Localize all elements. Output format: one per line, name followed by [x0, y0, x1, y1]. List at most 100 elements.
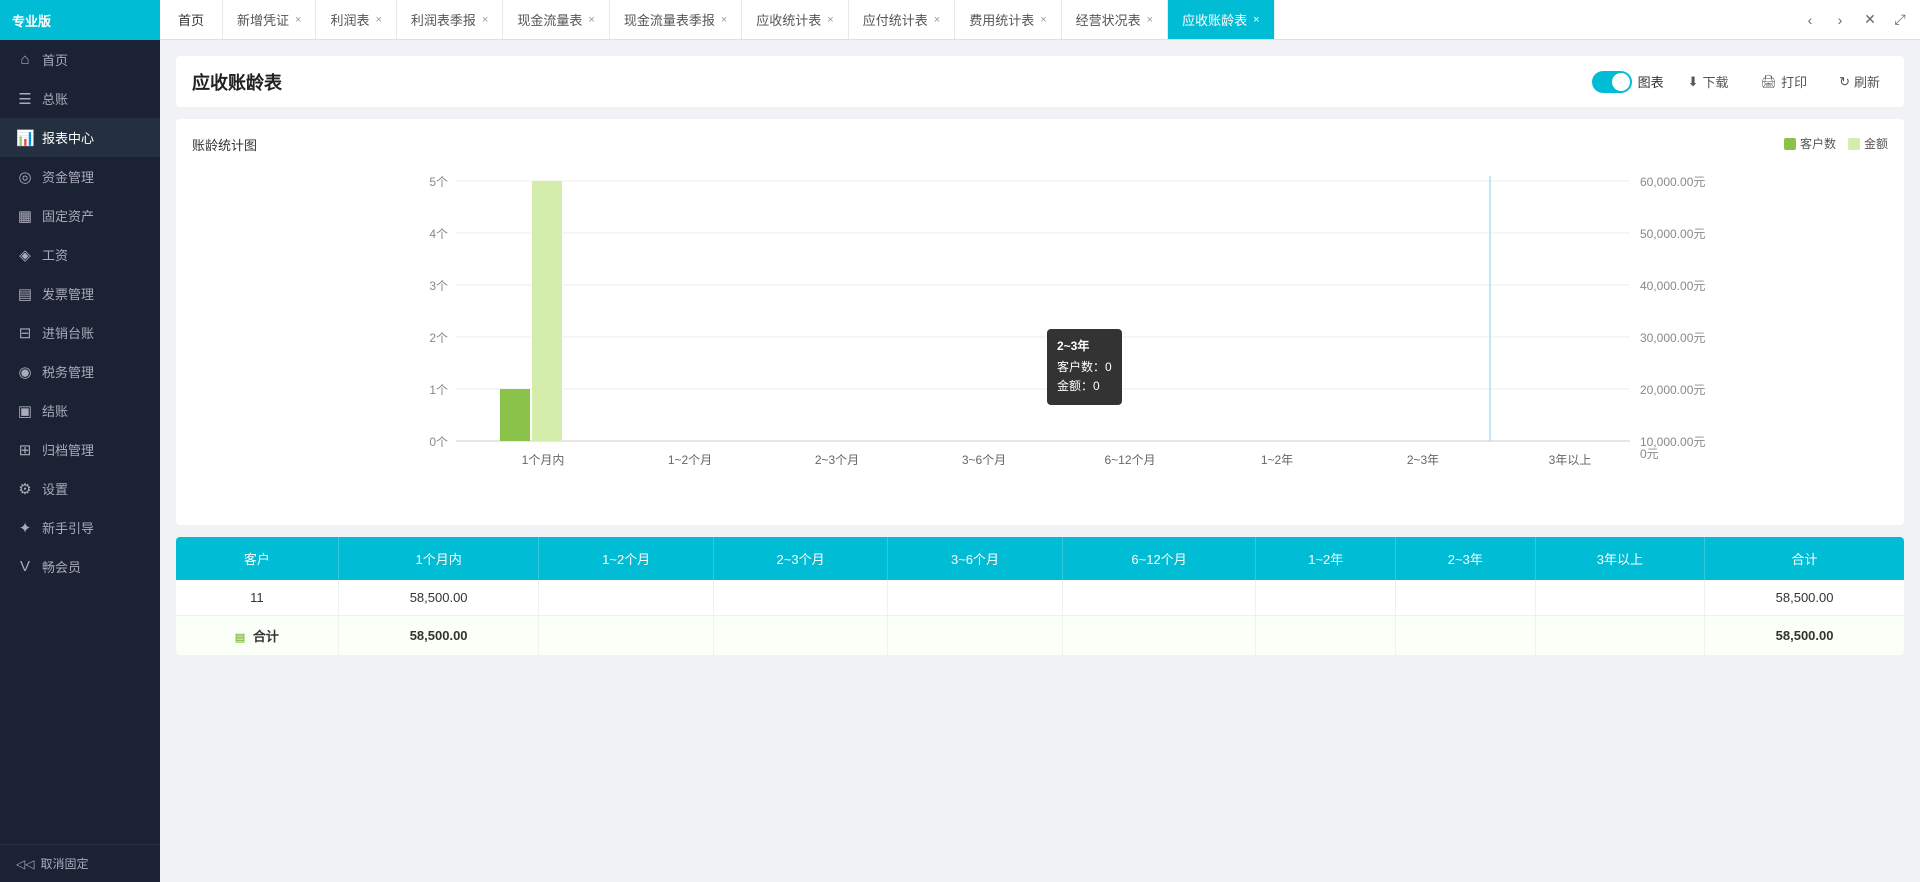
sidebar-item-salary[interactable]: ◈ 工资	[0, 235, 160, 274]
chart-svg-wrap: 5个 4个 3个 2个 1个 0个 60,000.00元 50,000.00元 …	[192, 166, 1888, 509]
col-y3: 3年以上	[1535, 537, 1705, 580]
sidebar-item-sales[interactable]: ⊟ 进销台账	[0, 313, 160, 352]
sales-icon: ⊟	[16, 324, 34, 342]
chart-title: 账龄统计图	[192, 135, 1888, 154]
cell-y2	[1396, 580, 1536, 616]
tooltip-amount: 金额：0	[1057, 377, 1112, 396]
total-label: ▤ 合计	[176, 616, 338, 656]
tab-biz-stat-close[interactable]: ×	[1147, 14, 1153, 26]
tax-icon: ◉	[16, 363, 34, 381]
total-y1	[1256, 616, 1396, 656]
tab-cashflow-quarter-close[interactable]: ×	[721, 14, 727, 26]
unpin-icon: ◁◁	[16, 857, 34, 871]
chart-container: 账龄统计图 客户数 金额 5个 4个 3个 2个	[176, 119, 1904, 525]
col-y1: 1~2年	[1256, 537, 1396, 580]
bar-amount-0	[532, 181, 562, 441]
sidebar-item-guide[interactable]: ✦ 新手引导	[0, 508, 160, 547]
cell-total: 58,500.00	[1705, 580, 1904, 616]
home-icon: ⌂	[16, 51, 34, 68]
sidebar-item-closing[interactable]: ▣ 结账	[0, 391, 160, 430]
cell-m6	[888, 580, 1062, 616]
tab-cashflow[interactable]: 现金流量表 ×	[503, 0, 609, 39]
svg-text:3~6个月: 3~6个月	[962, 453, 1006, 467]
chart-toggle[interactable]	[1592, 71, 1632, 93]
salary-icon: ◈	[16, 246, 34, 264]
col-m1: 1个月内	[338, 537, 539, 580]
closing-icon: ▣	[16, 402, 34, 420]
sidebar-item-vip[interactable]: V 畅会员	[0, 547, 160, 586]
chart-tooltip: 2~3年 客户数：0 金额：0	[1047, 329, 1122, 405]
total-m3	[713, 616, 887, 656]
tab-voucher-close[interactable]: ×	[295, 14, 301, 26]
sidebar-item-funds[interactable]: ◎ 资金管理	[0, 157, 160, 196]
svg-text:0个: 0个	[429, 435, 448, 449]
col-y2: 2~3年	[1396, 537, 1536, 580]
cell-customer: 11	[176, 580, 338, 616]
sidebar-item-invoice[interactable]: ▤ 发票管理	[0, 274, 160, 313]
tab-expense-stat-close[interactable]: ×	[1040, 14, 1046, 26]
tab-profit[interactable]: 利润表 ×	[316, 0, 396, 39]
tab-biz-stat[interactable]: 经营状况表 ×	[1062, 0, 1168, 39]
main-area: 首页 新增凭证 × 利润表 × 利润表季报 × 现金流量表 × 现金流量表季报 …	[160, 0, 1920, 882]
tab-profit-quarter[interactable]: 利润表季报 ×	[397, 0, 503, 39]
tab-close-all[interactable]: ✕	[1856, 6, 1884, 34]
svg-text:0元: 0元	[1640, 447, 1659, 461]
svg-text:60,000.00元: 60,000.00元	[1640, 175, 1705, 189]
tab-scroll-right[interactable]: ›	[1826, 6, 1854, 34]
sidebar-item-archive[interactable]: ⊞ 归档管理	[0, 430, 160, 469]
tab-expense-stat[interactable]: 费用统计表 ×	[955, 0, 1061, 39]
tab-ar-stat[interactable]: 应收统计表 ×	[742, 0, 848, 39]
sidebar-item-assets[interactable]: ▦ 固定资产	[0, 196, 160, 235]
download-icon: ⬇	[1688, 74, 1699, 90]
total-m2	[539, 616, 713, 656]
content-area: 应收账龄表 图表 ⬇ 下载 🖨 打印 ↻ 刷新	[160, 40, 1920, 882]
legend-amount: 金额	[1848, 135, 1888, 152]
tab-ap-stat-close[interactable]: ×	[934, 14, 940, 26]
svg-text:2个: 2个	[429, 331, 448, 345]
tab-cashflow-quarter[interactable]: 现金流量表季报 ×	[610, 0, 742, 39]
col-customer: 客户	[176, 537, 338, 580]
print-button[interactable]: 🖨 打印	[1753, 68, 1816, 95]
total-row: ▤ 合计 58,500.00 58,500.00	[176, 616, 1904, 656]
tab-controls: ‹ › ✕ ⤢	[1796, 6, 1920, 34]
ledger-icon: ☰	[16, 90, 34, 108]
table-container: 客户 1个月内 1~2个月 2~3个月 3~6个月 6~12个月 1~2年 2~…	[176, 537, 1904, 655]
sidebar-item-reports[interactable]: 📊 报表中心	[0, 118, 160, 157]
bar-customer-0	[500, 389, 530, 441]
svg-text:40,000.00元: 40,000.00元	[1640, 279, 1705, 293]
chart-svg: 5个 4个 3个 2个 1个 0个 60,000.00元 50,000.00元 …	[192, 166, 1888, 506]
guide-icon: ✦	[16, 519, 34, 537]
svg-text:2~3年: 2~3年	[1407, 453, 1439, 467]
sidebar-item-ledger[interactable]: ☰ 总账	[0, 79, 160, 118]
sidebar-item-tax[interactable]: ◉ 税务管理	[0, 352, 160, 391]
chart-toggle-wrap: 图表	[1592, 71, 1664, 93]
cell-m1: 58,500.00	[338, 580, 539, 616]
sidebar-item-home[interactable]: ⌂ 首页	[0, 40, 160, 79]
cell-m12	[1062, 580, 1256, 616]
tab-profit-close[interactable]: ×	[375, 14, 381, 26]
tab-ar-stat-close[interactable]: ×	[827, 14, 833, 26]
reports-icon: 📊	[16, 129, 34, 147]
tab-ar-aging-close[interactable]: ×	[1253, 14, 1259, 26]
sidebar-item-settings[interactable]: ⚙ 设置	[0, 469, 160, 508]
legend-customer: 客户数	[1784, 135, 1836, 152]
tab-maximize[interactable]: ⤢	[1886, 6, 1914, 34]
tab-profit-quarter-close[interactable]: ×	[482, 14, 488, 26]
tab-cashflow-close[interactable]: ×	[588, 14, 594, 26]
chart-legend: 客户数 金额	[1784, 135, 1888, 152]
unpin-button[interactable]: ◁◁ 取消固定	[0, 844, 160, 882]
svg-text:30,000.00元: 30,000.00元	[1640, 331, 1705, 345]
tab-voucher[interactable]: 新增凭证 ×	[223, 0, 316, 39]
tab-scroll-left[interactable]: ‹	[1796, 6, 1824, 34]
funds-icon: ◎	[16, 168, 34, 186]
tab-ar-aging[interactable]: 应收账龄表 ×	[1168, 0, 1274, 39]
download-button[interactable]: ⬇ 下载	[1680, 68, 1737, 95]
refresh-button[interactable]: ↻ 刷新	[1831, 68, 1888, 95]
tab-ap-stat[interactable]: 应付统计表 ×	[849, 0, 955, 39]
svg-text:20,000.00元: 20,000.00元	[1640, 383, 1705, 397]
app-logo: 专业版	[0, 0, 160, 40]
svg-text:1~2个月: 1~2个月	[668, 453, 712, 467]
total-m1: 58,500.00	[338, 616, 539, 656]
tab-home[interactable]: 首页	[160, 0, 223, 39]
svg-text:6~12个月: 6~12个月	[1104, 453, 1155, 467]
